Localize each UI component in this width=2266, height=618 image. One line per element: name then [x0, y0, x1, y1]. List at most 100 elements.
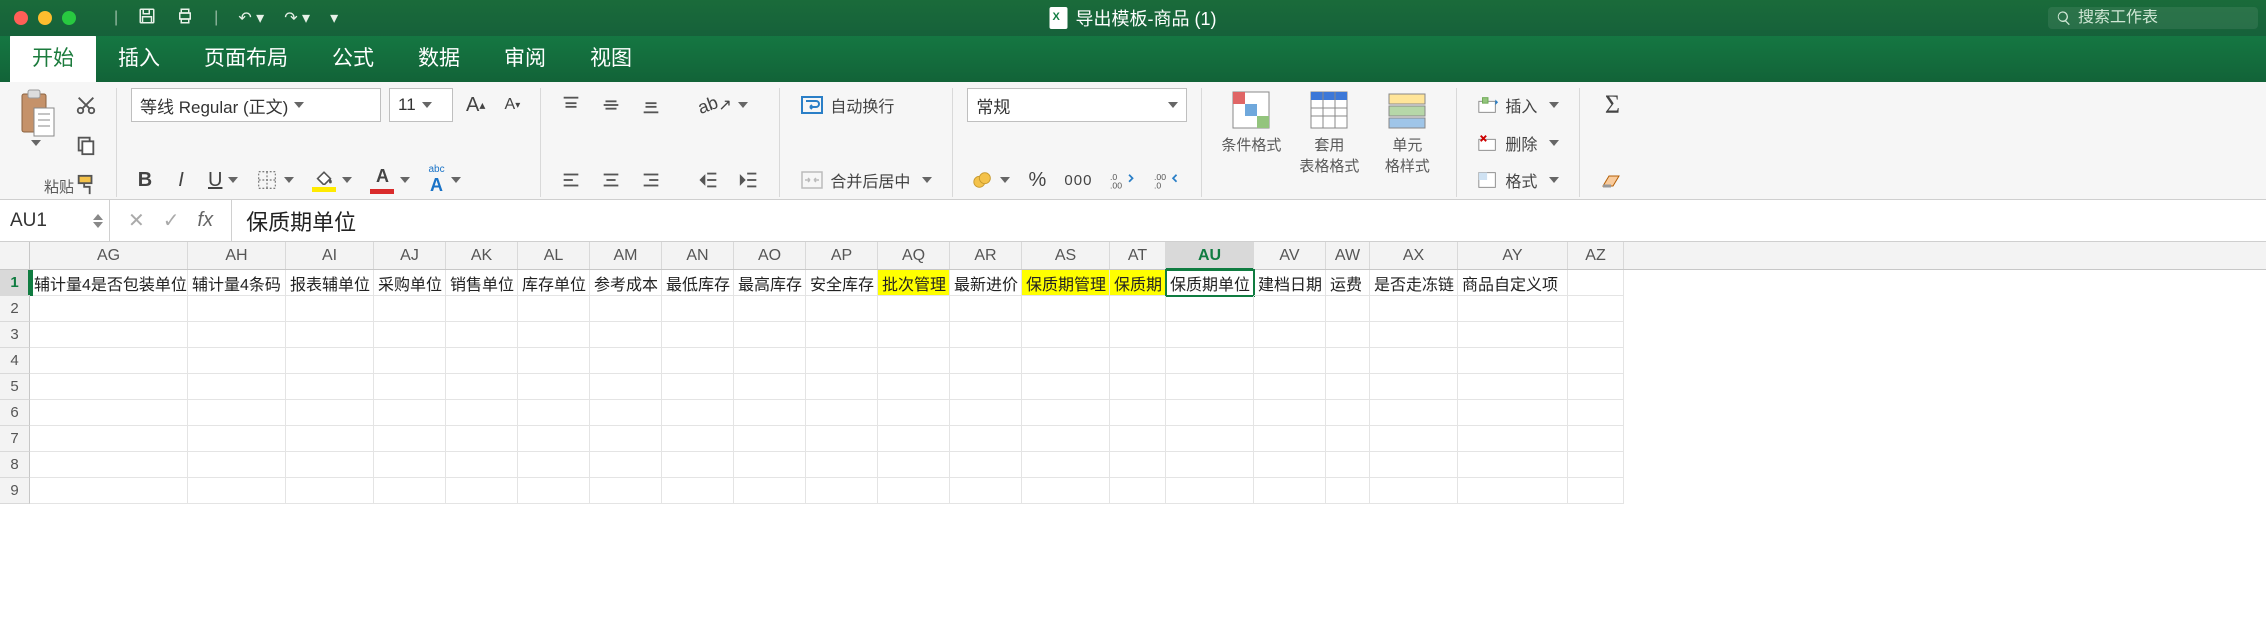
cell-AS4[interactable]	[1022, 348, 1110, 374]
cell-AQ6[interactable]	[878, 400, 950, 426]
qat-customize-icon[interactable]: ▾	[324, 4, 344, 32]
wrap-text-button[interactable]: 自动换行	[794, 88, 938, 122]
cell-AR2[interactable]	[950, 296, 1022, 322]
cell-AR6[interactable]	[950, 400, 1022, 426]
column-header-AV[interactable]: AV	[1254, 242, 1326, 269]
cell-AN2[interactable]	[662, 296, 734, 322]
number-format-select[interactable]: 常规	[967, 88, 1187, 122]
cell-AQ2[interactable]	[878, 296, 950, 322]
cell-AY5[interactable]	[1458, 374, 1568, 400]
row-header-4[interactable]: 4	[0, 348, 30, 374]
cell-AM1[interactable]: 参考成本	[590, 270, 662, 296]
cell-AP2[interactable]	[806, 296, 878, 322]
column-header-AK[interactable]: AK	[446, 242, 518, 269]
cut-icon[interactable]	[70, 88, 102, 122]
align-right-icon[interactable]	[635, 163, 667, 197]
column-header-AP[interactable]: AP	[806, 242, 878, 269]
cell-AT3[interactable]	[1110, 322, 1166, 348]
cell-AN8[interactable]	[662, 452, 734, 478]
cell-AS6[interactable]	[1022, 400, 1110, 426]
cell-AR8[interactable]	[950, 452, 1022, 478]
cell-AL1[interactable]: 库存单位	[518, 270, 590, 296]
tab-开始[interactable]: 开始	[10, 34, 96, 82]
delete-cells-button[interactable]: 删除	[1471, 126, 1565, 160]
cell-AJ6[interactable]	[374, 400, 446, 426]
cell-AT2[interactable]	[1110, 296, 1166, 322]
cell-AK3[interactable]	[446, 322, 518, 348]
cell-AN5[interactable]	[662, 374, 734, 400]
cell-AH4[interactable]	[188, 348, 286, 374]
cell-AL5[interactable]	[518, 374, 590, 400]
cell-AR5[interactable]	[950, 374, 1022, 400]
cell-AV2[interactable]	[1254, 296, 1326, 322]
cell-AU3[interactable]	[1166, 322, 1254, 348]
cell-AI2[interactable]	[286, 296, 374, 322]
cell-AT5[interactable]	[1110, 374, 1166, 400]
cell-AV3[interactable]	[1254, 322, 1326, 348]
cell-AG4[interactable]	[30, 348, 188, 374]
paste-button[interactable]	[16, 88, 56, 146]
cell-AG3[interactable]	[30, 322, 188, 348]
cell-AQ4[interactable]	[878, 348, 950, 374]
cell-AR9[interactable]	[950, 478, 1022, 504]
cell-AV4[interactable]	[1254, 348, 1326, 374]
phonetic-guide-button[interactable]: abcA	[423, 163, 465, 197]
border-button[interactable]	[251, 163, 299, 197]
cell-AH7[interactable]	[188, 426, 286, 452]
conditional-format-button[interactable]: 条件格式	[1216, 88, 1286, 155]
cell-AN6[interactable]	[662, 400, 734, 426]
cell-AJ7[interactable]	[374, 426, 446, 452]
format-cells-button[interactable]: 格式	[1471, 163, 1565, 197]
cell-AW7[interactable]	[1326, 426, 1370, 452]
cell-AS2[interactable]	[1022, 296, 1110, 322]
cell-AY9[interactable]	[1458, 478, 1568, 504]
orientation-icon[interactable]: ab↗	[693, 88, 752, 122]
cell-AR7[interactable]	[950, 426, 1022, 452]
font-size-select[interactable]: 11	[389, 88, 453, 122]
cell-AM2[interactable]	[590, 296, 662, 322]
cell-AN4[interactable]	[662, 348, 734, 374]
cell-AG9[interactable]	[30, 478, 188, 504]
cell-AI1[interactable]: 报表辅单位	[286, 270, 374, 296]
cell-AG6[interactable]	[30, 400, 188, 426]
cell-AT6[interactable]	[1110, 400, 1166, 426]
cell-AT8[interactable]	[1110, 452, 1166, 478]
insert-cells-button[interactable]: 插入	[1471, 88, 1565, 122]
tab-公式[interactable]: 公式	[310, 34, 396, 82]
cell-AL3[interactable]	[518, 322, 590, 348]
insert-function-icon[interactable]: fx	[198, 209, 214, 232]
search-sheet[interactable]	[2048, 7, 2258, 29]
cell-AO8[interactable]	[734, 452, 806, 478]
cell-AG1[interactable]: 辅计量4是否包装单位	[30, 270, 188, 296]
cell-AL2[interactable]	[518, 296, 590, 322]
row-header-7[interactable]: 7	[0, 426, 30, 452]
cell-AP6[interactable]	[806, 400, 878, 426]
cell-AH5[interactable]	[188, 374, 286, 400]
cell-AM6[interactable]	[590, 400, 662, 426]
cell-AI4[interactable]	[286, 348, 374, 374]
clear-icon[interactable]	[1594, 163, 1630, 197]
cell-AO5[interactable]	[734, 374, 806, 400]
cell-AV5[interactable]	[1254, 374, 1326, 400]
tab-视图[interactable]: 视图	[568, 34, 654, 82]
cell-AK7[interactable]	[446, 426, 518, 452]
cell-AP1[interactable]: 安全库存	[806, 270, 878, 296]
cell-AX6[interactable]	[1370, 400, 1458, 426]
cell-AX1[interactable]: 是否走冻链	[1370, 270, 1458, 296]
font-color-button[interactable]: A	[365, 163, 415, 197]
decrease-font-icon[interactable]: A▾	[498, 88, 526, 122]
italic-button[interactable]: I	[167, 163, 195, 197]
decrease-indent-icon[interactable]	[693, 163, 725, 197]
cell-AQ9[interactable]	[878, 478, 950, 504]
cell-AL8[interactable]	[518, 452, 590, 478]
cell-AO3[interactable]	[734, 322, 806, 348]
cell-AU7[interactable]	[1166, 426, 1254, 452]
cell-AU4[interactable]	[1166, 348, 1254, 374]
row-header-2[interactable]: 2	[0, 296, 30, 322]
formula-input[interactable]	[231, 200, 2266, 241]
cell-AX4[interactable]	[1370, 348, 1458, 374]
cell-AP5[interactable]	[806, 374, 878, 400]
cell-AU6[interactable]	[1166, 400, 1254, 426]
cell-AM9[interactable]	[590, 478, 662, 504]
cell-AY3[interactable]	[1458, 322, 1568, 348]
